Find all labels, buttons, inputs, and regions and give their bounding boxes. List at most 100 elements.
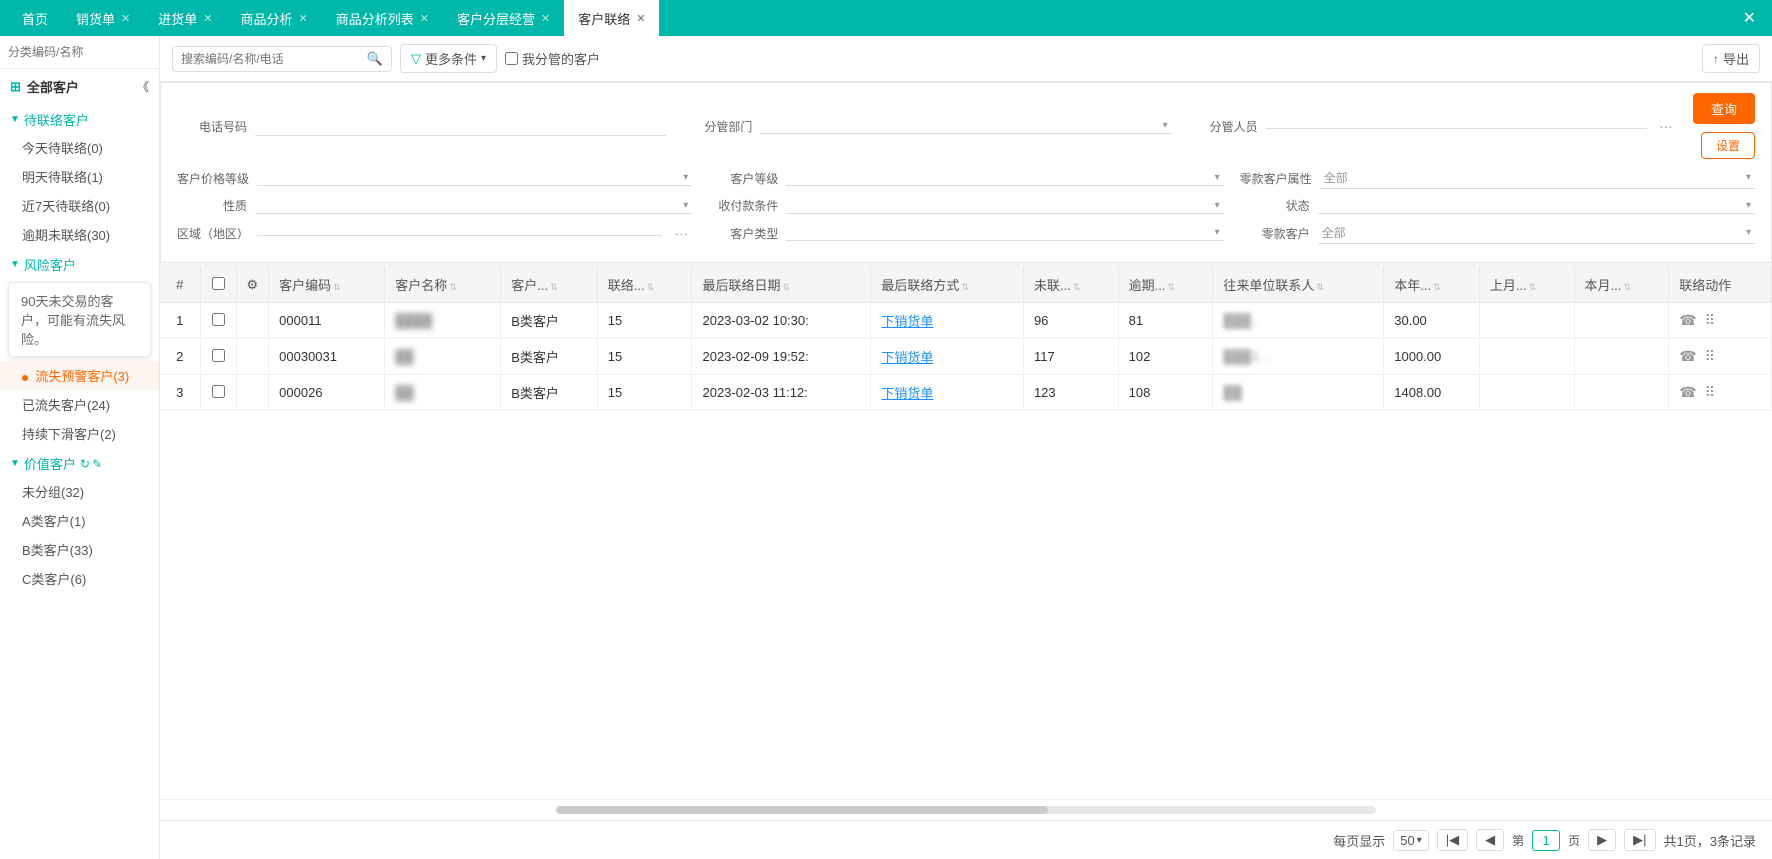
sidebar-item-churn-warning[interactable]: 流失预警客户(3) xyxy=(0,361,159,390)
tab-analysis[interactable]: 商品分析 ✕ xyxy=(226,0,321,36)
action-more-icon[interactable]: ⠿ xyxy=(1705,384,1715,401)
sort-ty-icon[interactable]: ⇅ xyxy=(1433,282,1441,292)
action-more-icon[interactable]: ⠿ xyxy=(1705,312,1715,329)
contact-method-link[interactable]: 下销货单 xyxy=(881,386,933,401)
action-contact-icon[interactable]: ☎ xyxy=(1679,312,1696,329)
query-button[interactable]: 查询 xyxy=(1693,93,1755,124)
tab-close-purchase[interactable]: ✕ xyxy=(203,12,212,25)
sort-nc-icon[interactable]: ⇅ xyxy=(1073,282,1081,292)
settings-button[interactable]: 设置 xyxy=(1701,132,1755,159)
zero-attr-select[interactable]: 全部 ▾ xyxy=(1320,167,1755,189)
my-customers-checkbox[interactable] xyxy=(505,52,518,65)
sidebar-search-input[interactable] xyxy=(8,45,160,59)
more-conditions-btn[interactable]: ▽ 更多条件 ▾ xyxy=(400,44,497,73)
group-value[interactable]: ▼ 价值客户 ↻ ✎ xyxy=(0,448,159,477)
sort-overdue-icon[interactable]: ⇅ xyxy=(1168,282,1176,292)
sidebar-item-7day-pending[interactable]: 近7天待联络(0) xyxy=(0,191,159,220)
last-page-btn[interactable]: ▶| xyxy=(1624,829,1655,851)
zero-customer-arrow-icon: ▾ xyxy=(1746,227,1751,238)
cell-name: ██ xyxy=(385,375,501,411)
sort-contacts-icon[interactable]: ⇅ xyxy=(647,282,655,292)
contact-method-link[interactable]: 下销货单 xyxy=(881,314,933,329)
col-last-method: 最后联络方式⇅ xyxy=(871,267,1024,303)
tab-close-analysis[interactable]: ✕ xyxy=(299,12,308,25)
person-select[interactable] xyxy=(1266,124,1647,129)
export-btn[interactable]: ↑ 导出 xyxy=(1702,44,1760,73)
row-checkbox-1[interactable] xyxy=(212,349,225,362)
sidebar-item-class-b[interactable]: B类客户(33) xyxy=(0,535,159,564)
phone-input[interactable] xyxy=(255,117,666,136)
edit-icon[interactable]: ✎ xyxy=(92,457,102,471)
all-customers-header[interactable]: ⊞ 全部客户 《 xyxy=(0,69,159,104)
sort-date-icon[interactable]: ⇅ xyxy=(783,282,791,292)
gear-icon[interactable]: ⚙ xyxy=(247,277,259,292)
customer-type-select[interactable]: ▾ xyxy=(786,225,1223,241)
customer-level-select[interactable]: ▾ xyxy=(786,170,1223,186)
tab-close-customer-contact[interactable]: ✕ xyxy=(636,12,645,25)
filter-row-4: 区域（地区） ··· 客户类型 ▾ 零款客户 全部 xyxy=(177,222,1755,244)
region-select[interactable] xyxy=(257,231,662,236)
tab-sales[interactable]: 销货单 ✕ xyxy=(62,0,144,36)
sort-type-icon[interactable]: ⇅ xyxy=(550,282,558,292)
group-pending[interactable]: ▼ 待联络客户 xyxy=(0,104,159,133)
sidebar-item-churned[interactable]: 已流失客户(24) xyxy=(0,390,159,419)
first-page-btn[interactable]: |◀ xyxy=(1437,829,1468,851)
main-search-input[interactable] xyxy=(181,52,367,66)
my-customers-checkbox-label[interactable]: 我分管的客户 xyxy=(505,49,600,68)
tab-home[interactable]: 首页 xyxy=(8,0,62,36)
export-icon: ↑ xyxy=(1713,52,1719,66)
sidebar-item-today-pending[interactable]: 今天待联络(0) xyxy=(0,133,159,162)
sort-tm-icon[interactable]: ⇅ xyxy=(1623,282,1631,292)
row-checkbox-0[interactable] xyxy=(212,313,225,326)
region-dots[interactable]: ··· xyxy=(670,225,692,241)
dept-select[interactable]: ▾ xyxy=(760,118,1171,134)
refresh-icon[interactable]: ↻ xyxy=(80,457,90,471)
sidebar-item-class-c[interactable]: C类客户(6) xyxy=(0,564,159,593)
sort-name-icon[interactable]: ⇅ xyxy=(449,282,457,292)
sort-code-icon[interactable]: ⇅ xyxy=(333,282,341,292)
page-suffix: 页 xyxy=(1568,832,1580,849)
action-more-icon[interactable]: ⠿ xyxy=(1705,348,1715,365)
gender-select[interactable]: ▾ xyxy=(255,198,692,214)
cell-last-date: 2023-03-02 10:30: xyxy=(692,303,871,339)
sort-method-icon[interactable]: ⇅ xyxy=(961,282,969,292)
tab-customer-contact[interactable]: 客户联络 ✕ xyxy=(564,0,659,36)
sidebar-item-ungrouped[interactable]: 未分组(32) xyxy=(0,477,159,506)
contact-method-link[interactable]: 下销货单 xyxy=(881,350,933,365)
tab-customer-layer[interactable]: 客户分层经营 ✕ xyxy=(443,0,564,36)
collapse-btn[interactable]: 《 xyxy=(137,78,149,95)
tab-close-sales[interactable]: ✕ xyxy=(121,12,130,25)
page-size-arrow-icon: ▾ xyxy=(1417,835,1422,846)
tab-close-analysis-list[interactable]: ✕ xyxy=(420,12,429,25)
col-this-year: 本年...⇅ xyxy=(1384,267,1480,303)
next-page-btn[interactable]: ▶ xyxy=(1588,829,1616,851)
select-all-checkbox[interactable] xyxy=(212,277,225,290)
zero-customer-select[interactable]: 全部 ▾ xyxy=(1318,222,1755,244)
sidebar-item-class-a[interactable]: A类客户(1) xyxy=(0,506,159,535)
person-dots[interactable]: ··· xyxy=(1655,118,1677,134)
payment-select[interactable]: ▾ xyxy=(786,198,1223,214)
scroll-thumb[interactable] xyxy=(556,806,1048,814)
prev-page-btn[interactable]: ◀ xyxy=(1476,829,1504,851)
cell-last-month xyxy=(1479,375,1574,411)
page-size-select[interactable]: 50 ▾ xyxy=(1393,830,1429,851)
tab-analysis-list[interactable]: 商品分析列表 ✕ xyxy=(322,0,443,36)
status-select[interactable]: ▾ xyxy=(1318,198,1755,214)
sort-uc-icon[interactable]: ⇅ xyxy=(1316,282,1324,292)
page-label: 第 xyxy=(1512,832,1524,849)
sidebar-item-overdue-pending[interactable]: 逾期未联络(30) xyxy=(0,220,159,249)
action-contact-icon[interactable]: ☎ xyxy=(1679,384,1696,401)
scroll-track[interactable] xyxy=(556,806,1376,814)
tab-close-customer-layer[interactable]: ✕ xyxy=(541,12,550,25)
group-risk[interactable]: ▼ 风险客户 xyxy=(0,249,159,278)
main-search-icon[interactable]: 🔍 xyxy=(367,51,383,67)
price-level-select[interactable]: ▾ xyxy=(257,170,692,186)
window-close-button[interactable]: ✕ xyxy=(1735,8,1764,28)
row-checkbox-2[interactable] xyxy=(212,385,225,398)
action-contact-icon[interactable]: ☎ xyxy=(1679,348,1696,365)
sort-lm-icon[interactable]: ⇅ xyxy=(1529,282,1537,292)
sidebar-item-declining[interactable]: 持续下滑客户(2) xyxy=(0,419,159,448)
tab-purchase[interactable]: 进货单 ✕ xyxy=(144,0,226,36)
sidebar-item-tomorrow-pending[interactable]: 明天待联络(1) xyxy=(0,162,159,191)
active-dot xyxy=(22,375,28,381)
